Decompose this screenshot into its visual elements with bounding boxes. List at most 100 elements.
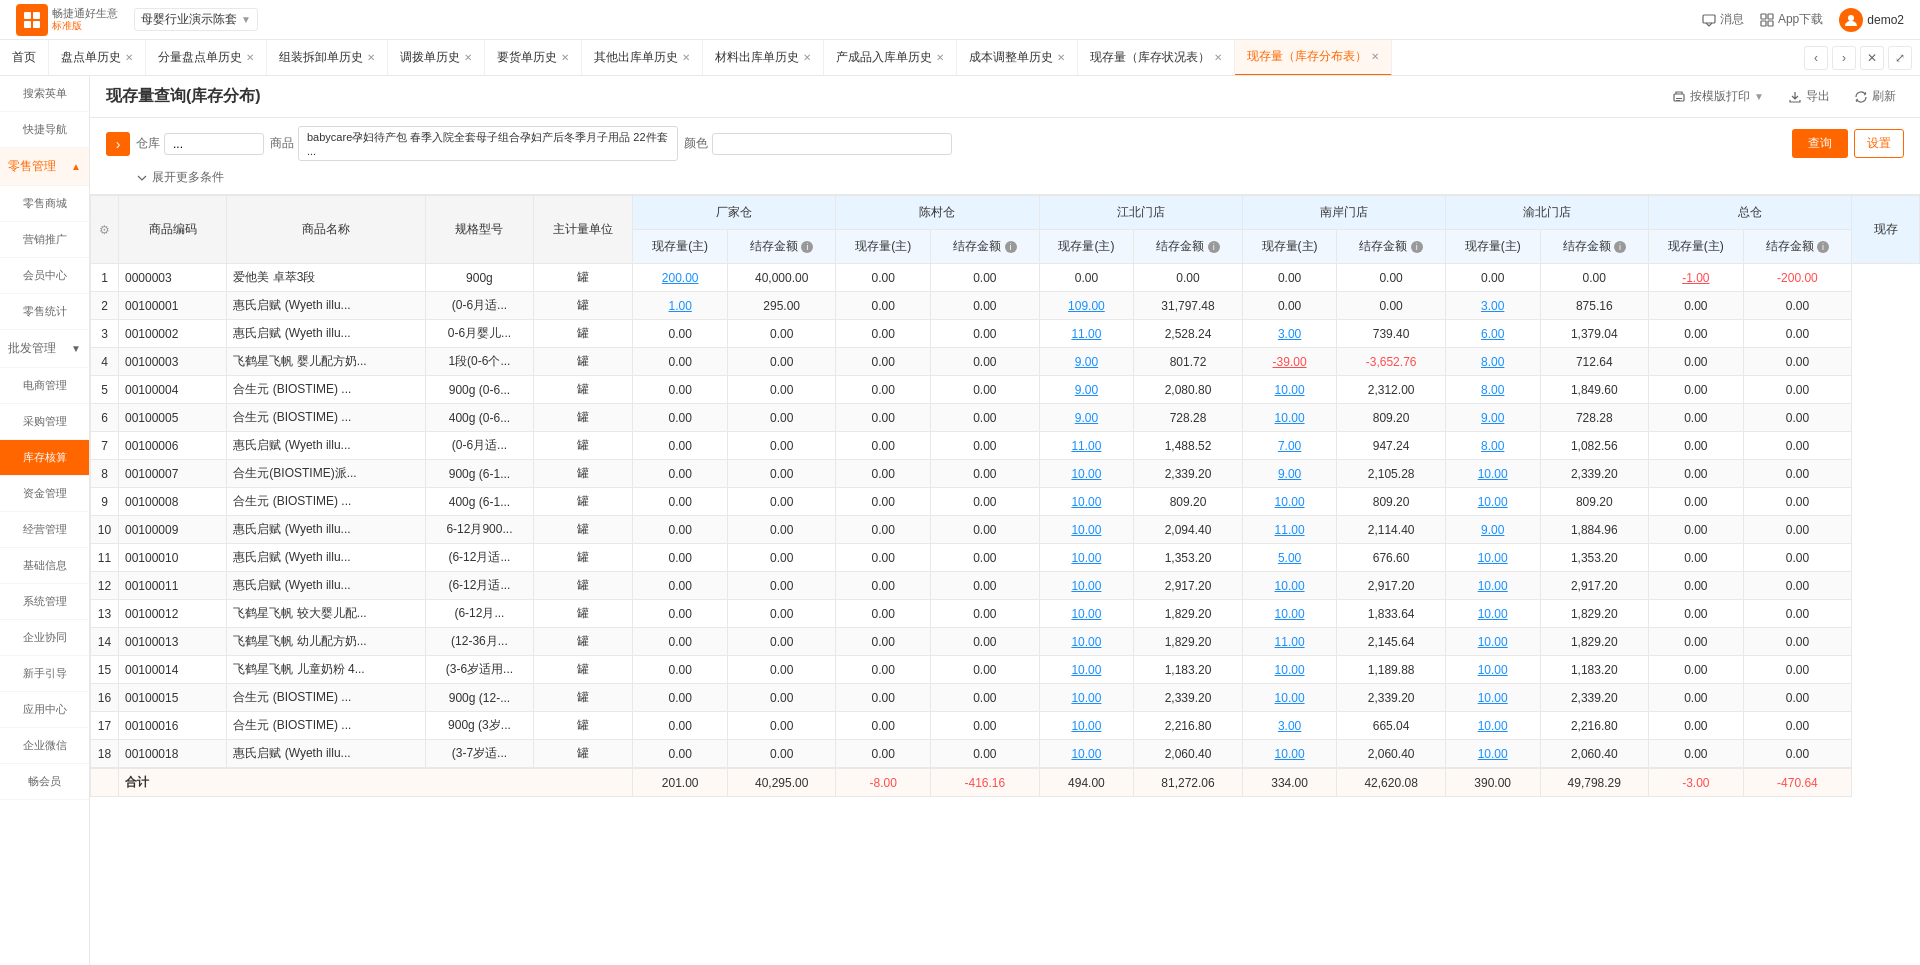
industry-selector[interactable]: 母婴行业演示陈套 ▼	[134, 8, 258, 31]
table-cell[interactable]: 9.00	[1039, 376, 1134, 404]
table-cell[interactable]: 11.00	[1039, 432, 1134, 460]
tab-9[interactable]: 成本调整单历史✕	[957, 40, 1078, 76]
table-cell[interactable]: 10.00	[1039, 460, 1134, 488]
close-icon[interactable]: ✕	[803, 52, 811, 63]
table-cell[interactable]: 10.00	[1445, 684, 1540, 712]
user-menu[interactable]: demo2	[1839, 8, 1904, 32]
table-cell[interactable]: 10.00	[1445, 740, 1540, 769]
table-cell[interactable]: 8.00	[1445, 348, 1540, 376]
message-btn[interactable]: 消息	[1702, 11, 1744, 28]
table-cell[interactable]: 10.00	[1242, 404, 1337, 432]
info-icon[interactable]: i	[1005, 241, 1017, 253]
sidebar-item-purchase[interactable]: 采购管理	[0, 404, 89, 440]
table-cell[interactable]: 6.00	[1445, 320, 1540, 348]
nav-expand[interactable]: ⤢	[1888, 46, 1912, 70]
table-cell[interactable]: 10.00	[1039, 740, 1134, 769]
tab-8[interactable]: 产成品入库单历史✕	[824, 40, 957, 76]
sidebar-item-member2[interactable]: 畅会员	[0, 764, 89, 800]
nav-right-arrow[interactable]: ›	[1832, 46, 1856, 70]
table-cell[interactable]: 10.00	[1242, 572, 1337, 600]
sidebar-item-member[interactable]: 会员中心	[0, 258, 89, 294]
tab-5[interactable]: 要货单历史✕	[485, 40, 582, 76]
table-cell[interactable]: 9.00	[1445, 404, 1540, 432]
nav-left-arrow[interactable]: ‹	[1804, 46, 1828, 70]
table-cell[interactable]: 10.00	[1242, 684, 1337, 712]
table-cell[interactable]: 11.00	[1039, 320, 1134, 348]
table-cell[interactable]: 10.00	[1242, 600, 1337, 628]
export-btn[interactable]: 导出	[1780, 84, 1838, 109]
info-icon[interactable]: i	[801, 241, 813, 253]
tab-4[interactable]: 调拨单历史✕	[388, 40, 485, 76]
sidebar-item-marketing[interactable]: 营销推广	[0, 222, 89, 258]
table-cell[interactable]: 10.00	[1039, 516, 1134, 544]
table-cell[interactable]: -39.00	[1242, 348, 1337, 376]
expand-conditions-btn[interactable]: 展开更多条件	[136, 169, 224, 186]
table-cell[interactable]: 10.00	[1445, 460, 1540, 488]
close-icon[interactable]: ✕	[936, 52, 944, 63]
table-cell[interactable]: 10.00	[1445, 600, 1540, 628]
table-cell[interactable]: 10.00	[1445, 628, 1540, 656]
print-btn[interactable]: 按模版打印 ▼	[1664, 84, 1772, 109]
sidebar-item-search[interactable]: 搜索英单	[0, 76, 89, 112]
sidebar-item-ecom[interactable]: 电商管理	[0, 368, 89, 404]
table-cell[interactable]: 9.00	[1242, 460, 1337, 488]
sidebar-item-operations[interactable]: 经营管理	[0, 512, 89, 548]
data-table-container[interactable]: ⚙ 商品编码 商品名称 规格型号 主计量单位 厂家仓 陈村仓 江北门店 南岸门店…	[90, 195, 1920, 965]
table-cell[interactable]: 10.00	[1039, 656, 1134, 684]
setting-button[interactable]: 设置	[1854, 129, 1904, 158]
tab-1[interactable]: 盘点单历史✕	[49, 40, 146, 76]
table-cell[interactable]: 10.00	[1445, 488, 1540, 516]
sidebar-item-retail-mall[interactable]: 零售商城	[0, 186, 89, 222]
table-cell[interactable]: 10.00	[1445, 572, 1540, 600]
refresh-btn[interactable]: 刷新	[1846, 84, 1904, 109]
close-icon[interactable]: ✕	[367, 52, 375, 63]
tab-2[interactable]: 分量盘点单历史✕	[146, 40, 267, 76]
sidebar-item-retail-stats[interactable]: 零售统计	[0, 294, 89, 330]
sidebar-item-quicknav[interactable]: 快捷导航	[0, 112, 89, 148]
table-cell[interactable]: 1.00	[633, 292, 728, 320]
tab-home[interactable]: 首页	[0, 40, 49, 76]
sidebar-item-wechat[interactable]: 企业微信	[0, 728, 89, 764]
close-icon[interactable]: ✕	[682, 52, 690, 63]
table-cell[interactable]: 3.00	[1242, 712, 1337, 740]
table-cell[interactable]: 11.00	[1242, 628, 1337, 656]
search-button[interactable]: 查询	[1792, 129, 1848, 158]
table-cell[interactable]: 10.00	[1242, 376, 1337, 404]
table-cell[interactable]: 10.00	[1445, 656, 1540, 684]
app-download-btn[interactable]: App下载	[1760, 11, 1823, 28]
sidebar-item-finance[interactable]: 资金管理	[0, 476, 89, 512]
close-icon[interactable]: ✕	[246, 52, 254, 63]
table-cell[interactable]: 10.00	[1039, 600, 1134, 628]
nav-close-all[interactable]: ✕	[1860, 46, 1884, 70]
table-cell[interactable]: 5.00	[1242, 544, 1337, 572]
sidebar-item-guide[interactable]: 新手引导	[0, 656, 89, 692]
table-cell[interactable]: 10.00	[1039, 572, 1134, 600]
table-cell[interactable]: 8.00	[1445, 432, 1540, 460]
tab-7[interactable]: 材料出库单历史✕	[703, 40, 824, 76]
table-cell[interactable]: 200.00	[633, 264, 728, 292]
close-icon[interactable]: ✕	[1214, 52, 1222, 63]
table-cell[interactable]: -1.00	[1648, 264, 1743, 292]
table-cell[interactable]: 8.00	[1445, 376, 1540, 404]
tab-10[interactable]: 现存量（库存状况表）✕	[1078, 40, 1235, 76]
sidebar-item-collab[interactable]: 企业协同	[0, 620, 89, 656]
table-cell[interactable]: 9.00	[1039, 404, 1134, 432]
tab-3[interactable]: 组装拆卸单历史✕	[267, 40, 388, 76]
table-cell[interactable]: 3.00	[1445, 292, 1540, 320]
sidebar-item-system[interactable]: 系统管理	[0, 584, 89, 620]
table-cell[interactable]: 10.00	[1445, 544, 1540, 572]
sidebar-item-appcenter[interactable]: 应用中心	[0, 692, 89, 728]
close-icon[interactable]: ✕	[1057, 52, 1065, 63]
info-icon[interactable]: i	[1614, 241, 1626, 253]
table-cell[interactable]: 7.00	[1242, 432, 1337, 460]
table-cell[interactable]: 10.00	[1445, 712, 1540, 740]
table-cell[interactable]: 9.00	[1445, 516, 1540, 544]
info-icon[interactable]: i	[1817, 241, 1829, 253]
table-cell[interactable]: 109.00	[1039, 292, 1134, 320]
table-cell[interactable]: 10.00	[1242, 488, 1337, 516]
color-input[interactable]	[712, 133, 952, 155]
table-cell[interactable]: 10.00	[1039, 712, 1134, 740]
close-icon[interactable]: ✕	[125, 52, 133, 63]
product-search-box[interactable]: babycare孕妇待产包 春季入院全套母子组合孕妇产后冬季月子用品 22件套 …	[298, 126, 678, 161]
sidebar-item-inventory[interactable]: 库存核算	[0, 440, 89, 476]
